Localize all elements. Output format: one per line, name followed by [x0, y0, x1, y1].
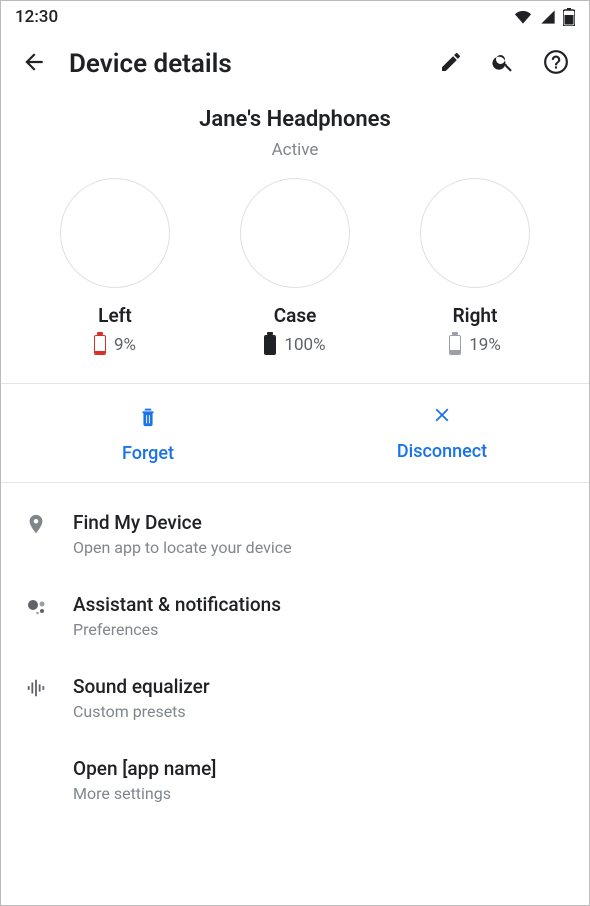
settings-title: Assistant & notifications — [73, 593, 281, 616]
disconnect-button[interactable]: Disconnect — [295, 384, 589, 482]
cell-signal-icon — [539, 9, 557, 25]
app-bar: Device details — [1, 31, 589, 97]
status-bar: 12:30 — [1, 1, 589, 31]
search-icon[interactable] — [491, 50, 515, 78]
close-icon — [431, 404, 453, 441]
battery-left-pct: 9% — [114, 335, 136, 355]
battery-status-icon — [563, 8, 575, 26]
help-icon[interactable] — [543, 49, 569, 79]
app-bar-actions — [439, 49, 569, 79]
settings-item-find-device[interactable]: Find My Device Open app to locate your d… — [1, 493, 589, 575]
settings-title: Find My Device — [73, 511, 292, 534]
settings-sub: Open app to locate your device — [73, 538, 292, 557]
battery-right-label: Right — [453, 304, 498, 327]
battery-right: Right 19% — [405, 178, 545, 355]
equalizer-icon — [25, 675, 73, 699]
back-button[interactable] — [21, 49, 47, 79]
battery-row: Left 9% Case 100% Right 19% — [1, 178, 589, 355]
app-icon — [25, 757, 73, 759]
status-time: 12:30 — [15, 7, 58, 27]
forget-button[interactable]: Forget — [1, 384, 295, 482]
battery-low-icon — [94, 335, 106, 355]
earbud-right-image — [420, 178, 530, 288]
settings-sub: More settings — [73, 784, 216, 803]
device-status: Active — [1, 140, 589, 160]
battery-case-label: Case — [274, 304, 317, 327]
page-title: Device details — [69, 49, 439, 79]
earbud-left-image — [60, 178, 170, 288]
disconnect-label: Disconnect — [397, 441, 487, 462]
battery-right-pct-row: 19% — [449, 335, 501, 355]
settings-list: Find My Device Open app to locate your d… — [1, 483, 589, 831]
battery-case-pct-row: 100% — [264, 335, 325, 355]
settings-title: Sound equalizer — [73, 675, 210, 698]
battery-mid-icon — [449, 335, 461, 355]
battery-right-pct: 19% — [469, 335, 501, 355]
settings-sub: Custom presets — [73, 702, 210, 721]
settings-item-open-app[interactable]: Open [app name] More settings — [1, 739, 589, 821]
settings-item-assistant[interactable]: Assistant & notifications Preferences — [1, 575, 589, 657]
device-name: Jane's Headphones — [1, 107, 589, 132]
settings-sub: Preferences — [73, 620, 281, 639]
settings-item-equalizer[interactable]: Sound equalizer Custom presets — [1, 657, 589, 739]
trash-icon — [137, 404, 159, 443]
battery-left-label: Left — [98, 304, 132, 327]
battery-case: Case 100% — [225, 178, 365, 355]
assistant-icon — [25, 593, 73, 619]
battery-full-icon — [264, 335, 276, 355]
battery-left-pct-row: 9% — [94, 335, 136, 355]
forget-label: Forget — [122, 443, 174, 464]
settings-title: Open [app name] — [73, 757, 216, 780]
location-pin-icon — [25, 511, 73, 535]
edit-icon[interactable] — [439, 50, 463, 78]
case-image — [240, 178, 350, 288]
device-actions-bar: Forget Disconnect — [1, 383, 589, 483]
battery-left: Left 9% — [45, 178, 185, 355]
wifi-icon — [513, 9, 533, 25]
battery-case-pct: 100% — [284, 335, 325, 355]
status-indicators — [513, 8, 575, 26]
